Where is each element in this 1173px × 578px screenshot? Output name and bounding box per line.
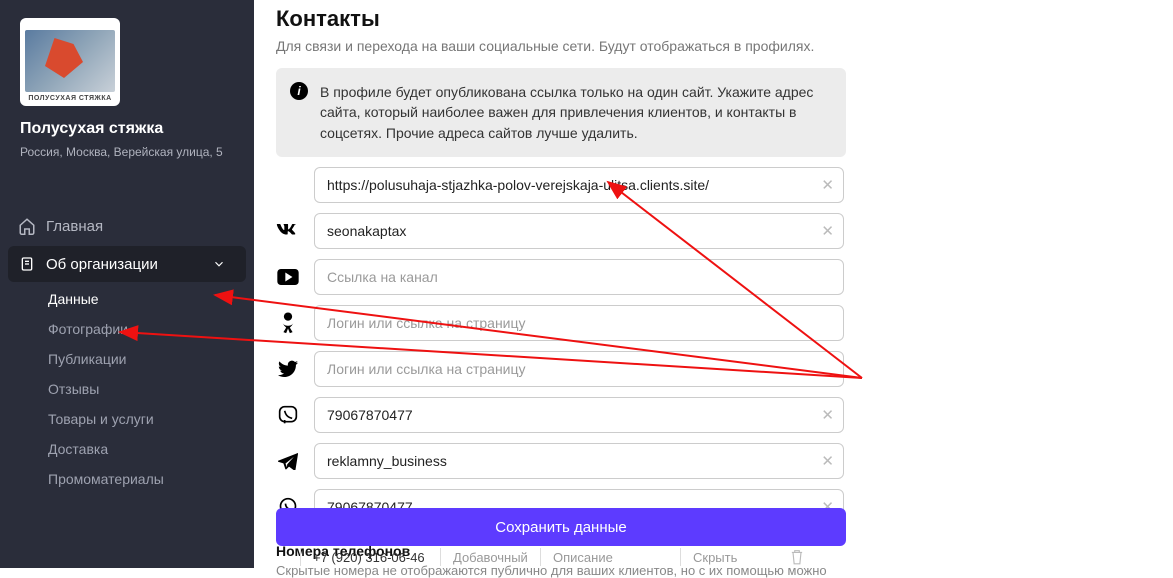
youtube-icon (276, 265, 300, 289)
nav-about-label: Об организации (46, 256, 158, 273)
nav-home[interactable]: Главная (0, 208, 254, 244)
chevron-down-icon (210, 255, 228, 273)
page-subtitle: Для связи и перехода на ваши социальные … (276, 38, 1156, 54)
twitter-input[interactable] (314, 351, 844, 387)
main-content: Контакты Для связи и перехода на ваши со… (276, 0, 1156, 578)
org-logo-image (25, 30, 115, 92)
ok-input[interactable] (314, 305, 844, 341)
clear-viber-icon[interactable]: ✕ (821, 406, 834, 424)
blank-icon (276, 173, 300, 197)
phone-desc-cell[interactable]: Описание (541, 548, 681, 566)
nav-about-org[interactable]: Об организации (8, 246, 246, 282)
page-title: Контакты (276, 6, 1156, 32)
clear-site-icon[interactable]: ✕ (821, 176, 834, 194)
trash-icon[interactable] (786, 548, 816, 566)
home-icon (18, 217, 36, 235)
vk-input[interactable] (314, 213, 844, 249)
nav-sub-reviews[interactable]: Отзывы (0, 374, 254, 404)
info-text: В профиле будет опубликована ссылка толь… (320, 84, 813, 141)
phone-ext-cell[interactable]: Добавочный (441, 548, 541, 566)
clear-vk-icon[interactable]: ✕ (821, 222, 834, 240)
nav-sub-promo[interactable]: Промоматериалы (0, 464, 254, 494)
sidebar: ПОЛУСУХАЯ СТЯЖКА Полусухая стяжка Россия… (0, 0, 254, 568)
nav-sub-delivery[interactable]: Доставка (0, 434, 254, 464)
visibility-eye-icon[interactable] (276, 548, 301, 566)
info-banner: i В профиле будет опубликована ссылка то… (276, 68, 846, 157)
ok-icon (276, 311, 300, 335)
telegram-icon (276, 449, 300, 473)
info-icon: i (290, 82, 308, 100)
org-logo[interactable]: ПОЛУСУХАЯ СТЯЖКА (20, 18, 120, 106)
twitter-icon (276, 357, 300, 381)
site-url-input[interactable] (314, 167, 844, 203)
nav-sub-data[interactable]: Данные (0, 284, 254, 314)
phone-number-cell[interactable]: +7 (920) 316-06-46 (301, 548, 441, 566)
org-logo-caption: ПОЛУСУХАЯ СТЯЖКА (28, 95, 111, 102)
org-title: Полусухая стяжка (20, 120, 254, 138)
clear-telegram-icon[interactable]: ✕ (821, 452, 834, 470)
phone-table-row: +7 (920) 316-06-46 Добавочный Описание С… (276, 548, 816, 566)
viber-input[interactable] (314, 397, 844, 433)
nav-home-label: Главная (46, 218, 103, 235)
nav-sub-photos[interactable]: Фотографии (0, 314, 254, 344)
telegram-input[interactable] (314, 443, 844, 479)
viber-icon (276, 403, 300, 427)
save-button[interactable]: Сохранить данные (276, 508, 846, 546)
nav-sub-pubs[interactable]: Публикации (0, 344, 254, 374)
sidebar-nav: Главная Об организации Данные Фотографии… (0, 208, 254, 494)
document-icon (18, 255, 36, 273)
phone-hide-cell[interactable]: Скрыть (681, 548, 786, 566)
youtube-input[interactable] (314, 259, 844, 295)
org-address: Россия, Москва, Верейская улица, 5 (20, 144, 234, 160)
vk-icon (276, 219, 300, 243)
nav-sub-goods[interactable]: Товары и услуги (0, 404, 254, 434)
